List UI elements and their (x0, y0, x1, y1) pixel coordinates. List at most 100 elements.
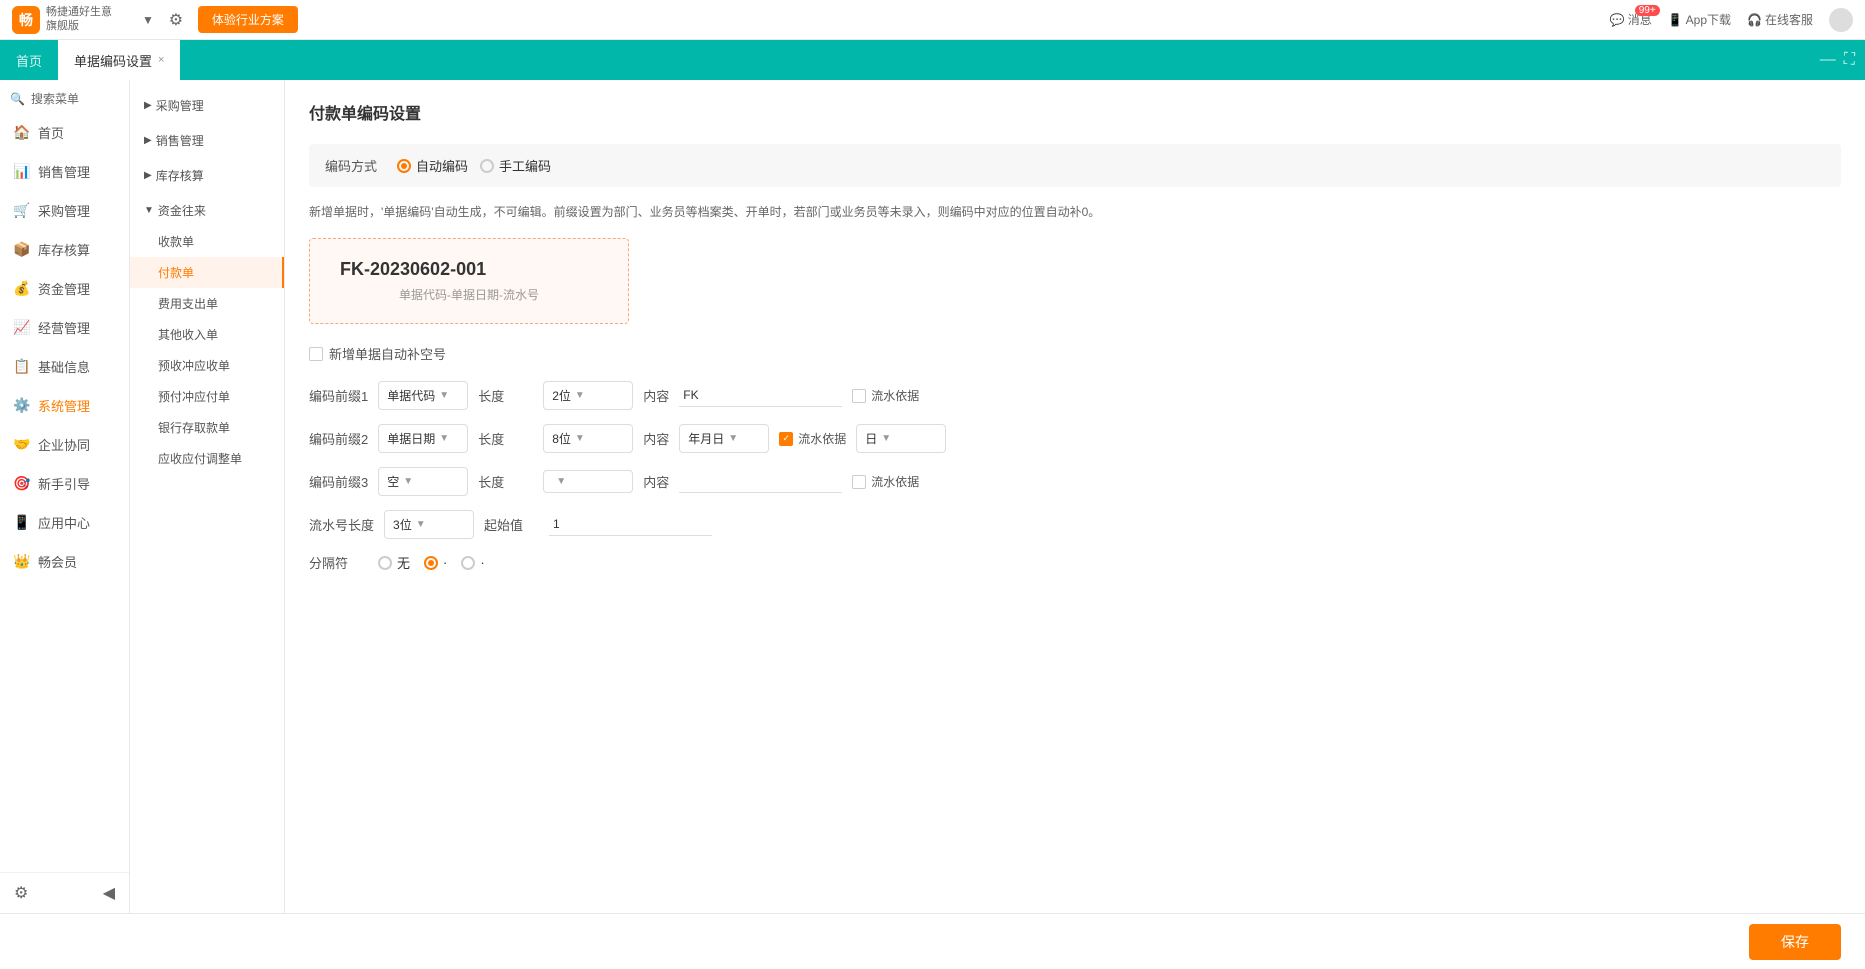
operations-icon: 📈 (14, 320, 30, 336)
phone-icon: 📱 (1668, 13, 1683, 27)
auto-fill-checkbox[interactable] (309, 347, 323, 361)
sidebar-item-home[interactable]: 🏠 首页 (0, 113, 129, 152)
code-preview-main: FK-20230602-001 (340, 259, 598, 280)
arrow-down-icon: ▼ (144, 205, 154, 216)
sales-icon: 📊 (14, 164, 30, 180)
length3-select[interactable]: ▼ (543, 470, 633, 493)
sub-item-payment[interactable]: 付款单 (130, 257, 284, 288)
sub-group-purchase: ▶ 采购管理 (130, 90, 284, 121)
header-nav: ▼ ⚙ 体验行业方案 (142, 6, 1600, 34)
content2-select[interactable]: 年月日 ▼ (679, 424, 769, 453)
serial2-checkbox[interactable]: ✓ (779, 432, 793, 446)
serial-length-down-arrow: ▼ (416, 519, 426, 530)
tab-encoding-settings[interactable]: 单据编码设置 × (58, 40, 180, 80)
manual-encoding-radio[interactable]: 手工编码 (480, 156, 551, 175)
online-service-area[interactable]: 🎧 在线客服 (1747, 11, 1813, 28)
content3-input[interactable] (679, 470, 842, 493)
length3-down-arrow: ▼ (556, 476, 566, 487)
length1-down-arrow: ▼ (575, 390, 585, 401)
sub-group-purchase-title[interactable]: ▶ 采购管理 (130, 90, 284, 121)
page-title: 付款单编码设置 (309, 100, 1841, 124)
message-area[interactable]: 💬 消息 99+ (1610, 11, 1652, 28)
start-value-label: 起始值 (484, 515, 539, 534)
content2-down-arrow: ▼ (728, 433, 738, 444)
serial2-unit-select[interactable]: 日 ▼ (856, 424, 946, 453)
auto-encoding-radio[interactable]: 自动编码 (397, 156, 468, 175)
message-badge: 99+ (1635, 5, 1660, 16)
finance-icon: 💰 (14, 281, 30, 297)
sub-item-prepay-offset[interactable]: 预收冲应收单 (130, 350, 284, 381)
home-icon: 🏠 (14, 125, 30, 141)
message-icon: 💬 (1610, 13, 1625, 27)
prefix3-down-arrow: ▼ (403, 476, 413, 487)
prefix2-select[interactable]: 单据日期 ▼ (378, 424, 468, 453)
headset-icon: 🎧 (1747, 13, 1762, 27)
sep-dot-radio-circle (424, 556, 438, 570)
member-icon: 👑 (14, 554, 30, 570)
logo-area: 畅 畅捷通好生意 旗舰版 (12, 6, 132, 34)
sidebar-item-finance[interactable]: 💰 资金管理 (0, 269, 129, 308)
sep-none-radio[interactable]: 无 (378, 553, 410, 572)
tab-close-icon[interactable]: × (158, 54, 164, 66)
sidebar-item-purchase[interactable]: 🛒 采购管理 (0, 191, 129, 230)
sidebar-item-apps[interactable]: 📱 应用中心 (0, 503, 129, 542)
serial2-unit-down-arrow: ▼ (881, 433, 891, 444)
sub-item-other-income[interactable]: 其他收入单 (130, 319, 284, 350)
sub-group-sales-title[interactable]: ▶ 销售管理 (130, 125, 284, 156)
sub-group-sales: ▶ 销售管理 (130, 125, 284, 156)
top-header: 畅 畅捷通好生意 旗舰版 ▼ ⚙ 体验行业方案 💬 消息 99+ 📱 App下载… (0, 0, 1865, 40)
content1-input[interactable] (679, 384, 842, 407)
sidebar-item-guide[interactable]: 🎯 新手引导 (0, 464, 129, 503)
start-value-input[interactable] (549, 513, 712, 536)
trial-button[interactable]: 体验行业方案 (198, 6, 298, 33)
sub-item-bank-deposit[interactable]: 银行存取款单 (130, 412, 284, 443)
save-button[interactable]: 保存 (1749, 924, 1841, 960)
serial-length-row: 流水号长度 3位 ▼ 起始值 (309, 510, 1841, 539)
sep-dash-radio[interactable]: · (461, 555, 484, 570)
length2-select[interactable]: 8位 ▼ (543, 424, 633, 453)
sidebar-item-sales[interactable]: 📊 销售管理 (0, 152, 129, 191)
tab-bar-right: — ⛶ (1820, 51, 1865, 69)
tab-home[interactable]: 首页 (0, 40, 58, 80)
prefix1-select[interactable]: 单据代码 ▼ (378, 381, 468, 410)
encoding-section: 编码方式 自动编码 手工编码 (309, 144, 1841, 187)
maximize-icon[interactable]: ⛶ (1844, 51, 1855, 69)
sidebar-search[interactable]: 🔍 搜索菜单 (0, 80, 129, 113)
sidebar-settings-icon[interactable]: ⚙ (14, 883, 28, 903)
sidebar-item-operations[interactable]: 📈 经营管理 (0, 308, 129, 347)
prefix3-select[interactable]: 空 ▼ (378, 467, 468, 496)
sub-item-expense[interactable]: 费用支出单 (130, 288, 284, 319)
sub-group-inventory: ▶ 库存核算 (130, 160, 284, 191)
sub-item-ap-adjust[interactable]: 应收应付调整单 (130, 443, 284, 474)
sidebar-item-basic-info[interactable]: 📋 基础信息 (0, 347, 129, 386)
sep-dot-radio[interactable]: · (424, 555, 447, 570)
app-download-area[interactable]: 📱 App下载 (1668, 11, 1731, 28)
sub-group-capital-title[interactable]: ▼ 资金往来 (130, 195, 284, 226)
nav-dropdown[interactable]: ▼ (142, 13, 154, 27)
sub-item-receipt[interactable]: 收款单 (130, 226, 284, 257)
info-text: 新增单据时，'单据编码'自动生成，不可编辑。前缀设置为部门、业务员等档案类、开单… (309, 203, 1841, 222)
sidebar-item-enterprise[interactable]: 🤝 企业协同 (0, 425, 129, 464)
sidebar-item-inventory[interactable]: 📦 库存核算 (0, 230, 129, 269)
search-icon: 🔍 (10, 92, 25, 106)
prefix2-down-arrow: ▼ (439, 433, 449, 444)
prefix2-row: 编码前缀2 单据日期 ▼ 长度 8位 ▼ 内容 年月日 ▼ ✓ 流水依据 (309, 424, 1841, 453)
guide-icon: 🎯 (14, 476, 30, 492)
sub-group-inventory-title[interactable]: ▶ 库存核算 (130, 160, 284, 191)
serial3-checkbox[interactable] (852, 475, 866, 489)
minimize-icon[interactable]: — (1820, 51, 1836, 69)
user-avatar[interactable] (1829, 8, 1853, 32)
serial-length-select[interactable]: 3位 ▼ (384, 510, 474, 539)
purchase-icon: 🛒 (14, 203, 30, 219)
prefix3-label: 编码前缀3 (309, 472, 368, 491)
sidebar-item-member[interactable]: 👑 畅会员 (0, 542, 129, 581)
serial1-checkbox[interactable] (852, 389, 866, 403)
sidebar-item-system[interactable]: ⚙️ 系统管理 (0, 386, 129, 425)
separator-label: 分隔符 (309, 553, 364, 572)
sub-group-capital: ▼ 资金往来 收款单 付款单 费用支出单 其他收入单 预收冲应收单 预付冲应付单 (130, 195, 284, 474)
settings-icon-btn[interactable]: ⚙ (162, 6, 190, 34)
length1-select[interactable]: 2位 ▼ (543, 381, 633, 410)
sub-item-advance-offset[interactable]: 预付冲应付单 (130, 381, 284, 412)
sidebar-collapse-icon[interactable]: ◀ (103, 883, 115, 903)
serial2-check: ✓ 流水依据 (779, 430, 846, 447)
